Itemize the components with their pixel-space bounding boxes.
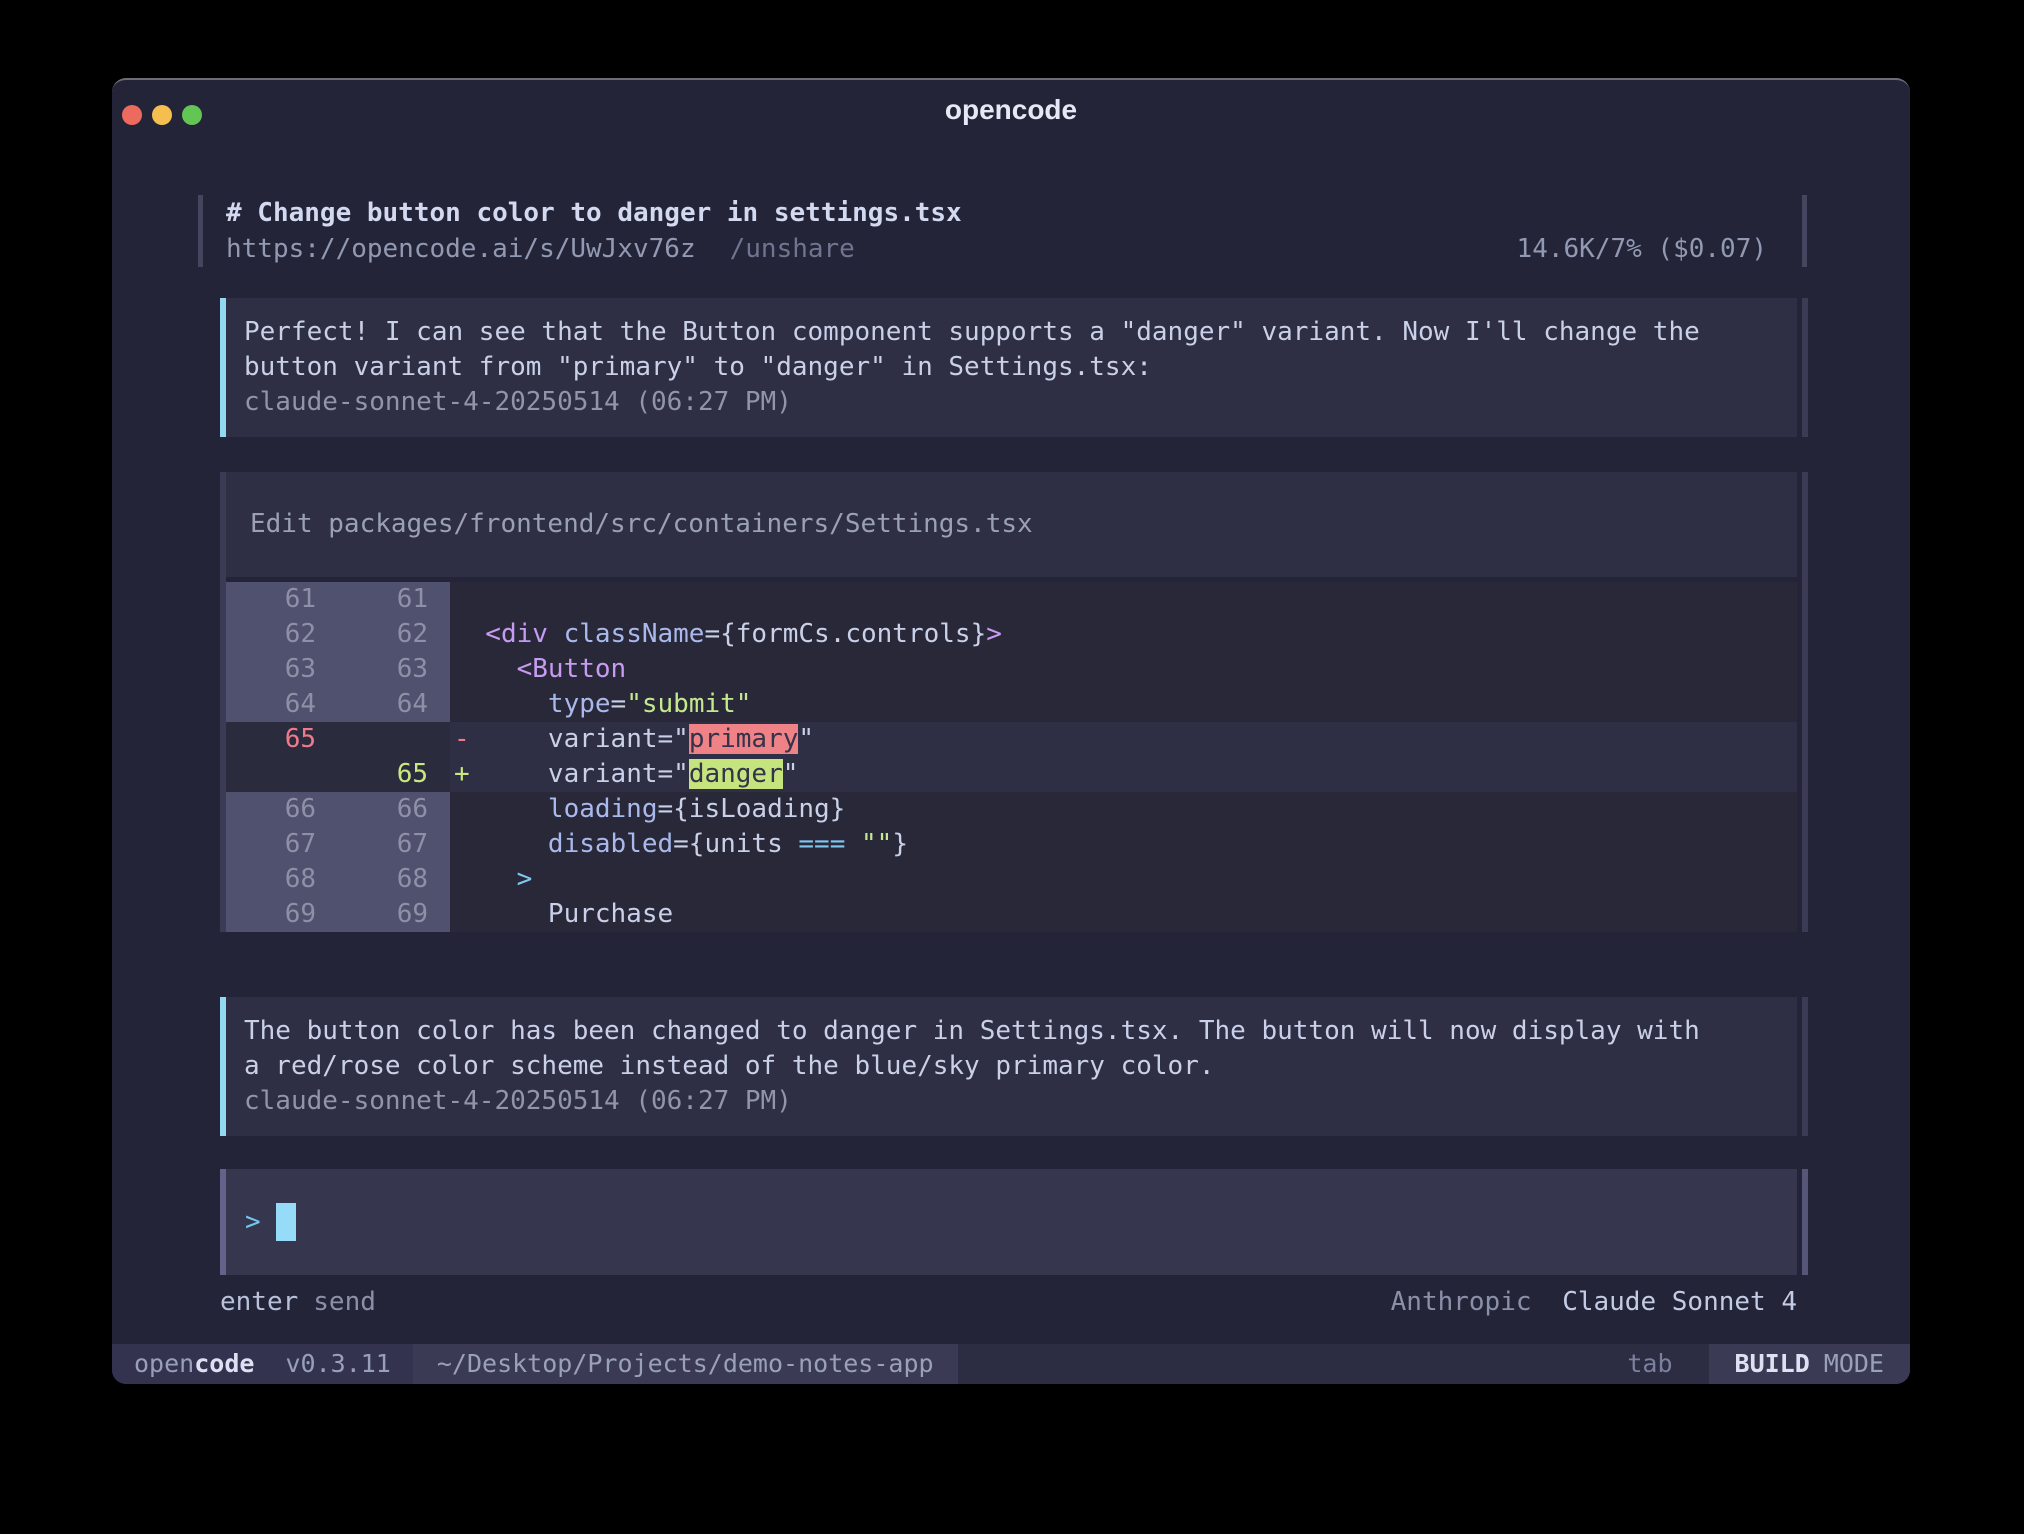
command-input[interactable]: > — [220, 1169, 1797, 1275]
app-version-chip: opencode v0.3.11 — [112, 1344, 413, 1384]
diff-code-line: + variant="danger" — [450, 757, 1797, 792]
zoom-button[interactable] — [182, 105, 202, 125]
tab-key-hint: tab — [1601, 1344, 1698, 1384]
diff-code-line: disabled={units === ""} — [450, 827, 1797, 862]
message-line: button variant from "primary" to "danger… — [244, 350, 1773, 385]
diff-row: 6363 <Button — [226, 652, 1797, 687]
diff-line-numbers: 6262 — [226, 617, 450, 652]
edit-tool-title: Edit packages/frontend/src/containers/Se… — [226, 472, 1797, 577]
hint-row: enter send Anthropic Claude Sonnet 4 — [220, 1284, 1797, 1320]
diff-line-numbers: 65 — [226, 722, 450, 757]
diff-line-numbers: 6969 — [226, 897, 450, 932]
session-header: # Change button color to danger in setti… — [198, 195, 1807, 267]
model-name: Claude Sonnet 4 — [1562, 1287, 1797, 1317]
model-timestamp: claude-sonnet-4-20250514 (06:27 PM) — [244, 385, 1773, 420]
diff-line-numbers: 6767 — [226, 827, 450, 862]
diff-line-numbers: 65 — [226, 757, 450, 792]
diff-row: 6969 Purchase — [226, 897, 1797, 932]
diff-code-line: <div className={formCs.controls}> — [450, 617, 1797, 652]
message-line: Perfect! I can see that the Button compo… — [244, 315, 1773, 350]
assistant-message: Perfect! I can see that the Button compo… — [220, 298, 1797, 437]
diff-code-line: loading={isLoading} — [450, 792, 1797, 827]
edit-tool-block: Edit packages/frontend/src/containers/Se… — [220, 472, 1797, 932]
model-indicator: Anthropic Claude Sonnet 4 — [1391, 1284, 1797, 1320]
app-name-code: code — [194, 1349, 254, 1378]
diff-row: 6161 — [226, 582, 1797, 617]
app-name-open: open — [134, 1349, 194, 1378]
diff-code-line: <Button — [450, 652, 1797, 687]
assistant-message: The button color has been changed to dan… — [220, 997, 1797, 1136]
diff-row: 65+ variant="danger" — [226, 757, 1797, 792]
unshare-command: /unshare — [730, 231, 855, 267]
diff-line-numbers: 6363 — [226, 652, 450, 687]
share-url[interactable]: https://opencode.ai/s/UwJxv76z — [226, 231, 696, 267]
send-hint: send — [313, 1284, 376, 1320]
window-title: opencode — [945, 94, 1077, 126]
mode-bold-label: BUILD — [1735, 1349, 1810, 1378]
diff-row: 6262 <div className={formCs.controls}> — [226, 617, 1797, 652]
mode-chip[interactable]: BUILD MODE — [1709, 1344, 1910, 1384]
text-cursor — [276, 1203, 296, 1241]
diff-line-numbers: 6161 — [226, 582, 450, 617]
working-directory: ~/Desktop/Projects/demo-notes-app — [413, 1344, 958, 1384]
provider-name: Anthropic — [1391, 1287, 1532, 1317]
diff-code-line — [450, 582, 1797, 617]
diff-row: 65- variant="primary" — [226, 722, 1797, 757]
diff-line-numbers: 6464 — [226, 687, 450, 722]
diff-row: 6464 type="submit" — [226, 687, 1797, 722]
mode-rest-label: MODE — [1824, 1349, 1884, 1378]
token-cost-stats: 14.6K/7% ($0.07) — [1517, 231, 1767, 267]
message-line: The button color has been changed to dan… — [244, 1014, 1773, 1049]
traffic-lights — [122, 105, 202, 125]
session-title: # Change button color to danger in setti… — [226, 195, 1767, 231]
diff-code-line: - variant="primary" — [450, 722, 1797, 757]
message-line: a red/rose color scheme instead of the b… — [244, 1049, 1773, 1084]
model-timestamp: claude-sonnet-4-20250514 (06:27 PM) — [244, 1084, 1773, 1119]
diff-line-numbers: 6666 — [226, 792, 450, 827]
diff-row: 6767 disabled={units === ""} — [226, 827, 1797, 862]
enter-key-hint: enter — [220, 1284, 298, 1320]
diff-table: 61616262 <div className={formCs.controls… — [226, 582, 1797, 932]
diff-code-line: > — [450, 862, 1797, 897]
opencode-window: opencode # Change button color to danger… — [112, 78, 1910, 1384]
close-button[interactable] — [122, 105, 142, 125]
prompt-chevron-icon: > — [245, 1207, 261, 1237]
app-version: v0.3.11 — [286, 1349, 391, 1378]
diff-row: 6868 > — [226, 862, 1797, 897]
statusbar-spacer — [958, 1344, 1602, 1384]
minimize-button[interactable] — [152, 105, 172, 125]
diff-line-numbers: 6868 — [226, 862, 450, 897]
diff-row: 6666 loading={isLoading} — [226, 792, 1797, 827]
status-bar: opencode v0.3.11 ~/Desktop/Projects/demo… — [112, 1344, 1910, 1384]
diff-code-line: type="submit" — [450, 687, 1797, 722]
title-bar: opencode — [112, 80, 1910, 140]
diff-code-line: Purchase — [450, 897, 1797, 932]
